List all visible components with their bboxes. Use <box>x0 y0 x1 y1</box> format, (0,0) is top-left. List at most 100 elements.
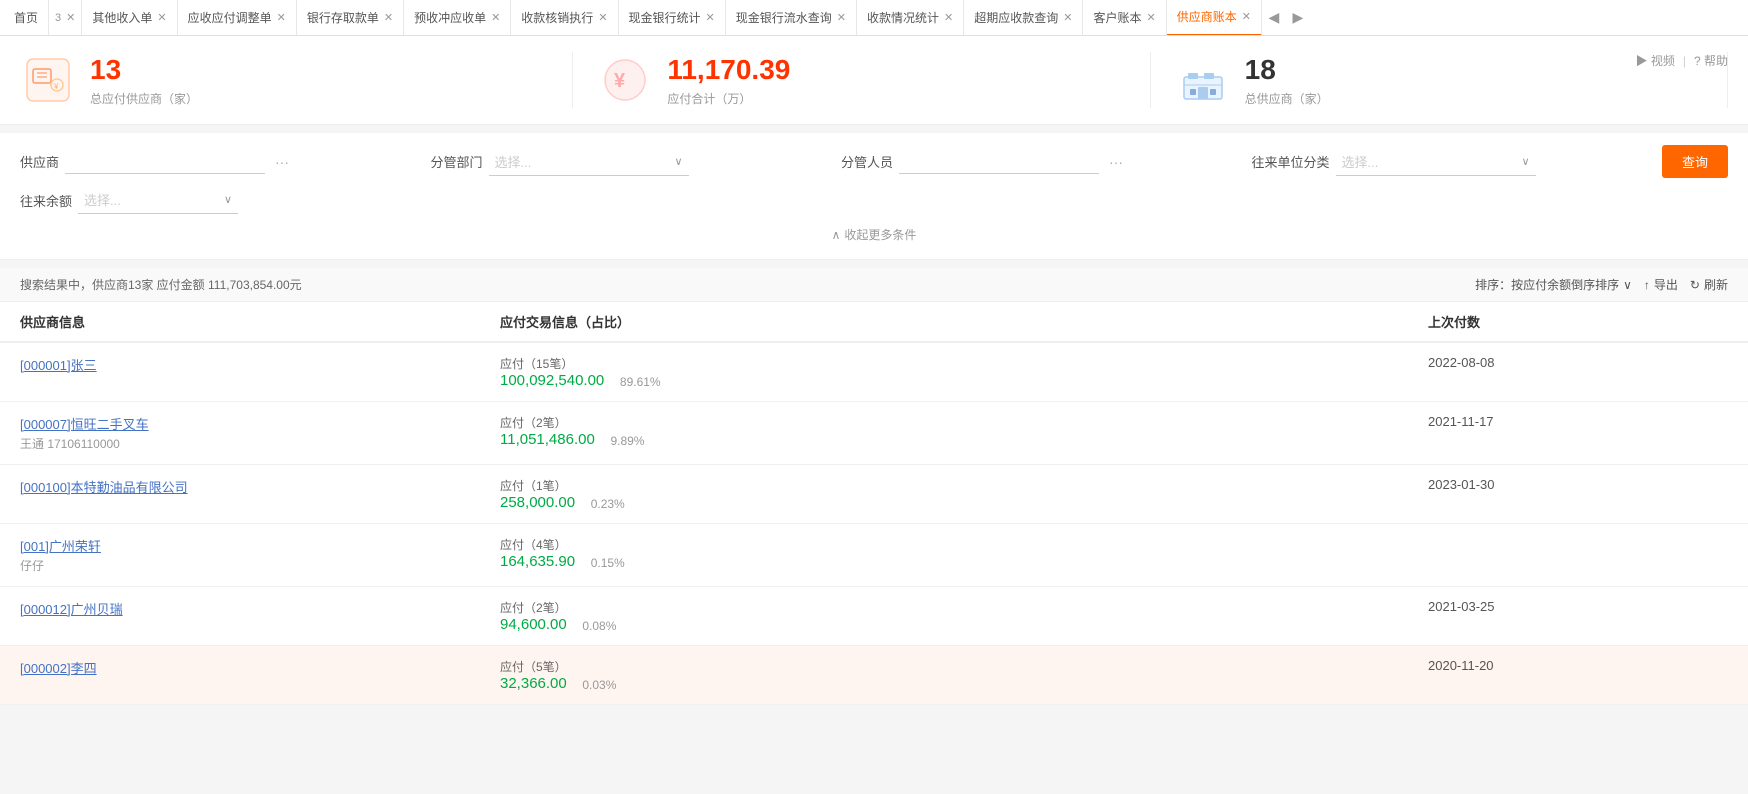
close-icon[interactable]: ✕ <box>598 11 607 24</box>
payable-percent: 0.23% <box>591 497 625 511</box>
nav-tab-cash-bank-flow[interactable]: 现金银行流水查询 ✕ <box>726 0 857 36</box>
payable-note: 应付（1笔） <box>500 477 1428 494</box>
close-icon[interactable]: ✕ <box>384 11 393 24</box>
nav-tab-other-income[interactable]: 其他收入单 ✕ <box>82 0 177 36</box>
payable-note: 应付（5笔） <box>500 658 1428 675</box>
filter-area: 供应商 ··· 分管部门 选择... ∨ 分管人员 ··· 往来单位分类 选择.… <box>0 133 1748 260</box>
nav-tab-ar-ap-adjust[interactable]: 应收应付调整单 ✕ <box>178 0 297 36</box>
category-select[interactable]: 选择... ∨ <box>1336 148 1536 176</box>
payable-percent: 0.15% <box>591 556 625 570</box>
nav-tab-receipt-stat[interactable]: 收款情况统计 ✕ <box>857 0 964 36</box>
nav-tab-supplier-ledger[interactable]: 供应商账本 ✕ <box>1167 0 1262 36</box>
nav-tab-overdue-ar-label: 超期应收款查询 <box>974 9 1058 26</box>
last-pay-date: 2020-11-20 <box>1428 658 1494 673</box>
close-icon[interactable]: ✕ <box>1063 11 1072 24</box>
last-pay-cell: 2021-11-17 <box>1428 414 1728 429</box>
nav-tab-receipt-stat-label: 收款情况统计 <box>867 9 939 26</box>
close-icon[interactable]: ✕ <box>944 11 953 24</box>
close-icon[interactable]: ✕ <box>1242 10 1251 23</box>
nav-tab-prepay-ar[interactable]: 预收冲应收单 ✕ <box>404 0 511 36</box>
video-icon: ▶ <box>1635 54 1647 68</box>
supplier-input[interactable] <box>65 150 265 174</box>
supplier-dots-icon[interactable]: ··· <box>275 154 289 170</box>
balance-select[interactable]: 选择... ∨ <box>78 186 238 214</box>
payable-note: 应付（15笔） <box>500 355 1428 372</box>
summary-info-payable-total: 11,170.39 应付合计（万） <box>667 53 790 108</box>
supplier-info-cell: [000001]张三 <box>20 355 500 374</box>
nav-tab-receipt-verify[interactable]: 收款核销执行 ✕ <box>511 0 618 36</box>
export-icon: ↑ <box>1644 278 1650 292</box>
nav-tab-bank-deposit[interactable]: 银行存取款单 ✕ <box>297 0 404 36</box>
export-button[interactable]: ↑ 导出 <box>1644 276 1678 293</box>
nav-tab-overdue-ar[interactable]: 超期应收款查询 ✕ <box>964 0 1083 36</box>
last-pay-cell: 2021-03-25 <box>1428 599 1728 614</box>
separator: | <box>1683 54 1686 68</box>
table-row: [000002]李四 应付（5笔） 32,366.00 0.03% 2020-1… <box>0 646 1748 705</box>
summary-label-payable-total: 应付合计（万） <box>667 90 790 107</box>
supplier-link-000007[interactable]: [000007]恒旺二手叉车 <box>20 414 500 433</box>
nav-tab-home-label: 首页 <box>14 9 38 26</box>
payable-info-cell: 应付（5笔） 32,366.00 0.03% <box>500 658 1428 692</box>
category-select-arrow-icon: ∨ <box>1521 155 1529 168</box>
nav-left-arrow[interactable]: ◀ <box>1262 0 1286 36</box>
search-button[interactable]: 查询 <box>1662 145 1728 178</box>
close-icon[interactable]: ✕ <box>66 11 75 24</box>
supplier-link-001[interactable]: [001]广州荣轩 <box>20 536 500 555</box>
filter-item-supplier: 供应商 ··· <box>20 150 415 174</box>
supplier-info-cell: [001]广州荣轩 仔仔 <box>20 536 500 574</box>
nav-tab-prepay-ar-label: 预收冲应收单 <box>414 9 486 26</box>
collapse-button[interactable]: ∧ 收起更多条件 <box>814 226 934 243</box>
payable-info-cell: 应付（2笔） 11,051,486.00 9.89% <box>500 414 1428 448</box>
payable-info-cell: 应付（15笔） 100,092,540.00 89.61% <box>500 355 1428 389</box>
help-label: 帮助 <box>1704 54 1728 68</box>
person-dots-icon[interactable]: ··· <box>1109 154 1123 170</box>
results-bar: 搜索结果中，供应商13家 应付金额 111,703,854.00元 排序：按应付… <box>0 268 1748 302</box>
payable-amount: 100,092,540.00 <box>500 372 604 389</box>
supplier-link-000002[interactable]: [000002]李四 <box>20 658 500 677</box>
summary-number-payable-total: 11,170.39 <box>667 53 790 87</box>
table-header-payable: 应付交易信息（占比） <box>500 312 1428 331</box>
help-link[interactable]: ? 帮助 <box>1694 52 1728 69</box>
close-icon[interactable]: ✕ <box>706 11 715 24</box>
close-icon[interactable]: ✕ <box>491 11 500 24</box>
last-pay-date: 2021-03-25 <box>1428 599 1495 614</box>
nav-tab-cash-bank-stat[interactable]: 现金银行统计 ✕ <box>619 0 726 36</box>
summary-info-total-suppliers: 18 总供应商（家） <box>1245 53 1329 108</box>
nav-right-arrow[interactable]: ▶ <box>1286 0 1310 36</box>
video-link[interactable]: ▶ 视频 <box>1635 52 1674 69</box>
nav-tab-cash-bank-stat-label: 现金银行统计 <box>629 9 701 26</box>
filter-item-person: 分管人员 ··· <box>841 150 1236 174</box>
close-icon[interactable]: ✕ <box>837 11 846 24</box>
last-pay-cell: 2022-08-08 <box>1428 355 1728 370</box>
table-row: [000100]本特勤油品有限公司 应付（1笔） 258,000.00 0.23… <box>0 465 1748 524</box>
total-suppliers-icon <box>1175 52 1231 108</box>
summary-bar: ¥ 13 总应付供应商（家） ¥ 11,170.39 应付合计（万） <box>0 36 1748 125</box>
payable-amount: 94,600.00 <box>500 616 567 633</box>
nav-tab-3[interactable]: 3 ✕ <box>49 0 82 36</box>
supplier-link-000100[interactable]: [000100]本特勤油品有限公司 <box>20 477 500 496</box>
nav-tab-home[interactable]: 首页 <box>4 0 49 36</box>
refresh-button[interactable]: ↻ 刷新 <box>1690 276 1728 293</box>
person-input[interactable] <box>899 150 1099 174</box>
close-icon[interactable]: ✕ <box>1146 11 1155 24</box>
supplier-link-000001[interactable]: [000001]张三 <box>20 355 500 374</box>
close-icon[interactable]: ✕ <box>157 11 166 24</box>
results-right: 排序：按应付余额倒序排序 ∨ ↑ 导出 ↻ 刷新 <box>1475 276 1728 293</box>
last-pay-cell: 2023-01-30 <box>1428 477 1728 492</box>
table-header-supplier: 供应商信息 <box>20 312 500 331</box>
dept-select[interactable]: 选择... ∨ <box>489 148 689 176</box>
sort-select[interactable]: 排序：按应付余额倒序排序 ∨ <box>1475 276 1632 293</box>
supplier-link-000012[interactable]: [000012]广州贝瑞 <box>20 599 500 618</box>
payable-percent: 89.61% <box>620 375 661 389</box>
payable-amount: 164,635.90 <box>500 553 575 570</box>
payable-percent: 0.08% <box>582 619 616 633</box>
nav-tab-customer-ledger[interactable]: 客户账本 ✕ <box>1083 0 1166 36</box>
supplier-info-cell: [000007]恒旺二手叉车 王通 17106110000 <box>20 414 500 452</box>
results-summary-text: 搜索结果中，供应商13家 应付金额 111,703,854.00元 <box>20 276 302 293</box>
filter-label-dept: 分管部门 <box>431 152 483 171</box>
filter-label-supplier: 供应商 <box>20 152 59 171</box>
close-icon[interactable]: ✕ <box>277 11 286 24</box>
summary-info-payable-suppliers: 13 总应付供应商（家） <box>90 53 198 108</box>
balance-select-arrow-icon: ∨ <box>224 193 232 206</box>
summary-card-payable-suppliers: ¥ 13 总应付供应商（家） <box>20 52 573 108</box>
